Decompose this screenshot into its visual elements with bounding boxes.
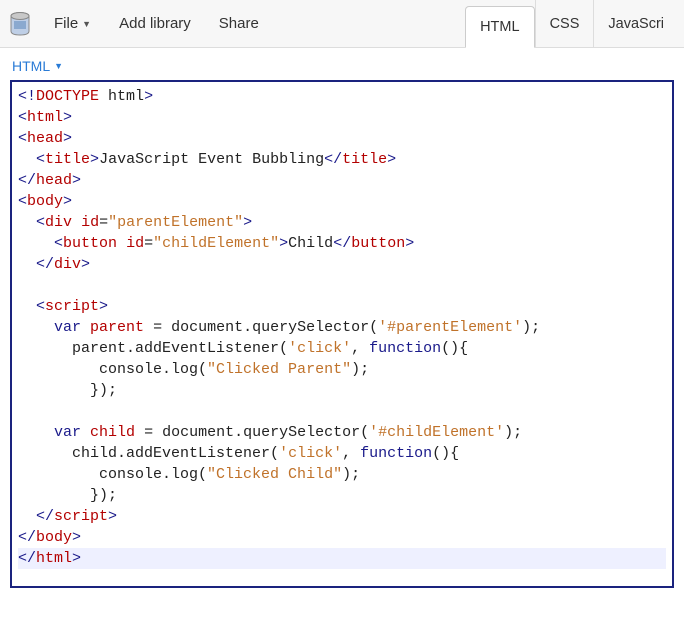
share-button[interactable]: Share: [205, 9, 273, 38]
caret-down-icon: ▼: [54, 61, 63, 71]
main-toolbar: File ▼ Add library Share HTML CSS JavaSc…: [0, 0, 684, 48]
tab-css[interactable]: CSS: [535, 0, 594, 47]
tab-html[interactable]: HTML: [465, 6, 534, 48]
caret-down-icon: ▼: [82, 19, 91, 29]
add-library-label: Add library: [119, 15, 191, 32]
code-content: <!DOCTYPE html> <html> <head> <title>Jav…: [12, 82, 672, 573]
file-menu[interactable]: File ▼: [40, 9, 105, 38]
panel-tabs: HTML CSS JavaScri: [465, 0, 678, 47]
language-selector[interactable]: HTML: [12, 58, 50, 74]
add-library-button[interactable]: Add library: [105, 9, 205, 38]
tab-javascript[interactable]: JavaScri: [593, 0, 678, 47]
app-logo-icon: [6, 10, 34, 38]
file-menu-label: File: [54, 15, 78, 32]
editor-subbar: HTML ▼: [0, 48, 684, 80]
share-label: Share: [219, 15, 259, 32]
code-editor[interactable]: <!DOCTYPE html> <html> <head> <title>Jav…: [10, 80, 674, 588]
